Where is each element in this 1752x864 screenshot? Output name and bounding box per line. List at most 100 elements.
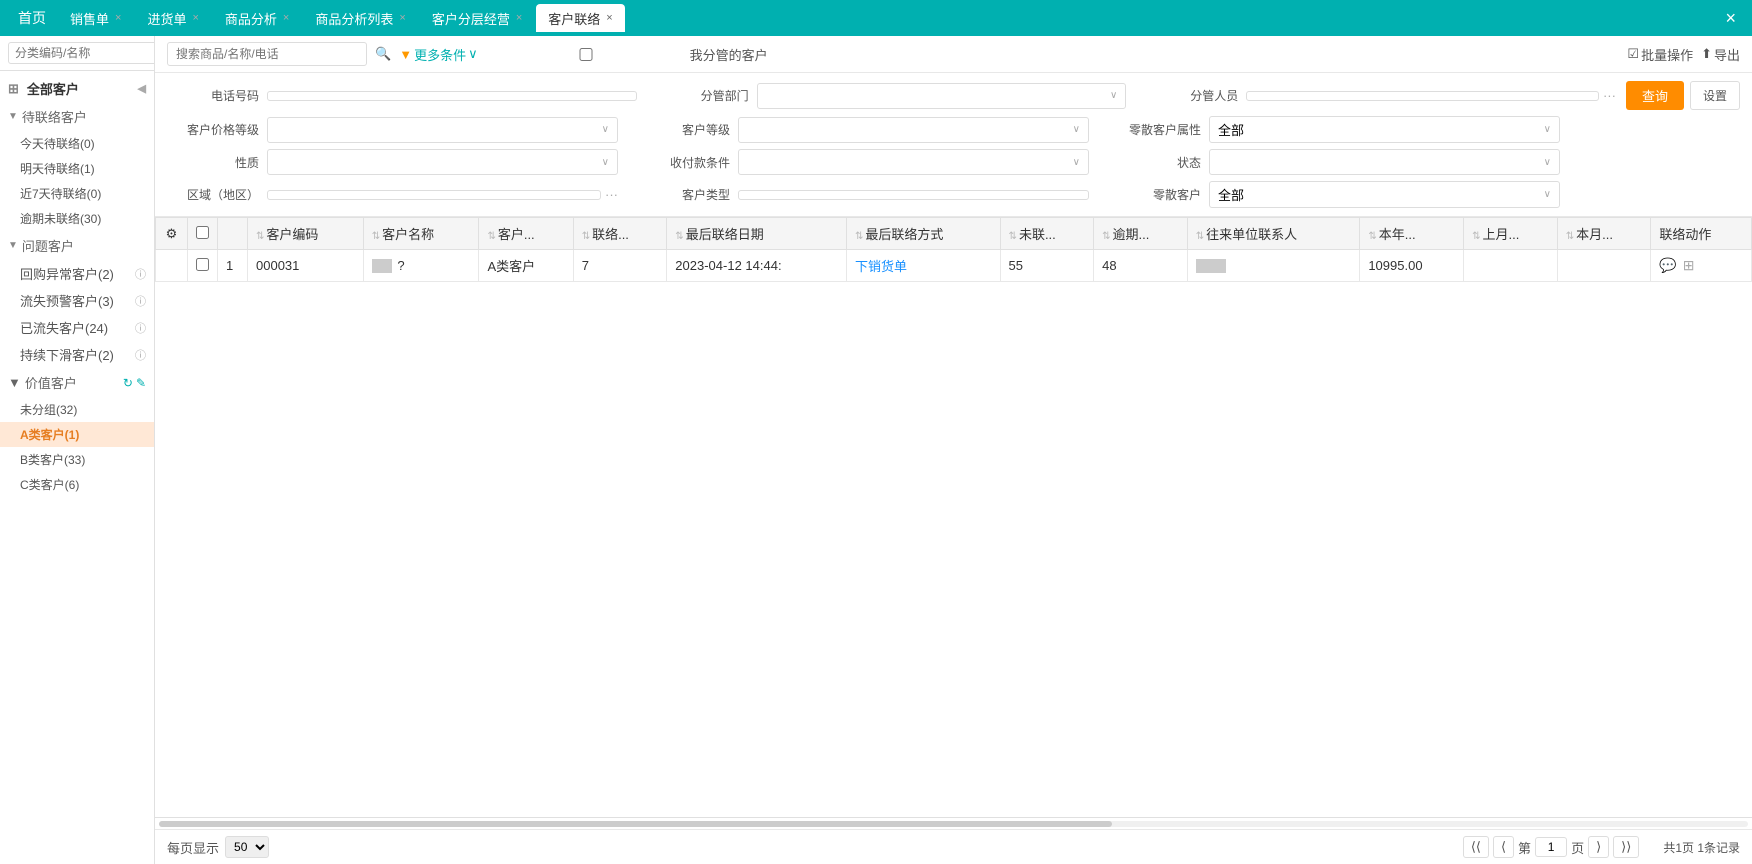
close-icon[interactable]: × <box>192 12 198 24</box>
chevron-down-icon: ∨ <box>1073 124 1080 135</box>
search-input[interactable] <box>167 42 367 66</box>
page-size-select[interactable]: 50 <box>225 836 269 858</box>
filter-row-1: 电话号码 分管部门 ∨ 分管人员 ··· 查询 <box>167 81 1740 110</box>
my-customer-checkbox[interactable] <box>486 48 686 61</box>
sidebar-item-churn-warning[interactable]: 流失预警客户(3) ⓘ <box>0 287 154 314</box>
sidebar-item-b-class[interactable]: B类客户(33) <box>0 447 154 472</box>
edit-icon[interactable]: ✎ <box>136 376 146 390</box>
filter-col-status: 状态 ∨ <box>1109 149 1560 175</box>
payment-select[interactable]: ∨ <box>738 149 1089 175</box>
row-checkbox[interactable] <box>196 258 209 271</box>
batch-op-btn[interactable]: ☑ 批量操作 <box>1627 45 1693 64</box>
td-this-month <box>1557 250 1651 282</box>
more-conditions-btn[interactable]: ▼ 更多条件 ∨ <box>399 45 477 64</box>
last-method-link[interactable]: 下销货单 <box>855 259 907 274</box>
collapse-icon[interactable]: ◀ <box>138 82 146 95</box>
sidebar-item-repurchase-abnormal[interactable]: 回购异常客户(2) ⓘ <box>0 260 154 287</box>
sidebar-item-a-class[interactable]: A类客户(1) <box>0 422 154 447</box>
retail-select[interactable]: 全部 ∨ <box>1209 181 1560 208</box>
first-page-btn[interactable]: ⟨⟨ <box>1463 836 1489 858</box>
td-last-method[interactable]: 下销货单 <box>846 250 1000 282</box>
th-not-contacted[interactable]: ⇅未联... <box>1000 218 1094 250</box>
th-overdue[interactable]: ⇅逾期... <box>1094 218 1188 250</box>
settings-button[interactable]: 设置 <box>1690 81 1740 110</box>
customer-level-select[interactable]: ∨ <box>738 117 1089 143</box>
search-icon[interactable]: 🔍 <box>375 46 391 62</box>
query-button[interactable]: 查询 <box>1626 81 1684 110</box>
sidebar-item-week[interactable]: 近7天待联络(0) <box>0 181 154 206</box>
th-contact[interactable]: ⇅联络... <box>573 218 667 250</box>
last-page-btn[interactable]: ⟩⟩ <box>1613 836 1639 858</box>
th-this-month[interactable]: ⇅本月... <box>1557 218 1651 250</box>
sidebar-item-declining[interactable]: 持续下滑客户(2) ⓘ <box>0 341 154 368</box>
manager-input[interactable] <box>1246 91 1599 101</box>
close-icon[interactable]: × <box>606 12 612 24</box>
th-last-month[interactable]: ⇅上月... <box>1464 218 1558 250</box>
filter-label-region: 区域（地区） <box>167 186 267 203</box>
sidebar-item-today[interactable]: 今天待联络(0) <box>0 131 154 156</box>
more-btn[interactable]: ··· <box>1603 88 1616 103</box>
sidebar-item-tomorrow[interactable]: 明天待联络(1) <box>0 156 154 181</box>
my-customer-checkbox-label[interactable]: 我分管的客户 <box>486 45 768 64</box>
phone-input[interactable] <box>267 91 637 101</box>
sidebar-all-customers[interactable]: ⊞ 全部客户 ◀ <box>0 71 154 102</box>
nav-tab-analysis-list[interactable]: 商品分析列表 × <box>303 4 417 32</box>
th-name[interactable]: ⇅客户名称 <box>363 218 479 250</box>
th-code[interactable]: ⇅客户编码 <box>248 218 364 250</box>
check-icon: ☑ <box>1627 46 1639 62</box>
select-all-checkbox[interactable] <box>196 226 209 239</box>
filter-col-retail: 零散客户 全部 ∨ <box>1109 181 1560 208</box>
th-last-date[interactable]: ⇅最后联络日期 <box>667 218 847 250</box>
close-icon[interactable]: × <box>115 12 121 24</box>
customer-table: ⚙ ⇅客户编码 ⇅客户名称 ⇅客户... ⇅联络... ⇅最后联络日期 ⇅最后联… <box>155 217 1752 282</box>
more-btn[interactable]: ··· <box>605 187 618 202</box>
region-input[interactable] <box>267 190 601 200</box>
dept-select[interactable]: ∨ <box>757 83 1127 109</box>
refresh-icon[interactable]: ↻ <box>123 376 133 390</box>
sidebar-item-c-class[interactable]: C类客户(6) <box>0 472 154 497</box>
th-last-method[interactable]: ⇅最后联络方式 <box>846 218 1000 250</box>
filter-label-status: 状态 <box>1109 154 1209 171</box>
nav-tab-analysis[interactable]: 商品分析 × <box>213 4 301 32</box>
qr-icon[interactable]: ⊞ <box>1683 257 1695 274</box>
nav-home[interactable]: 首页 <box>8 8 56 28</box>
sidebar-search-input[interactable] <box>8 42 155 64</box>
customer-type-input[interactable] <box>738 190 1089 200</box>
sidebar-value-group[interactable]: ▼ 价值客户 ↻ ✎ <box>0 368 154 397</box>
filter-label-dept: 分管部门 <box>657 87 757 104</box>
sidebar-problem-group[interactable]: ▼ 问题客户 <box>0 231 154 260</box>
th-company-contact[interactable]: ⇅往来单位联系人 <box>1187 218 1360 250</box>
th-this-year[interactable]: ⇅本年... <box>1360 218 1464 250</box>
close-icon[interactable]: × <box>399 12 405 24</box>
nature-select[interactable]: ∨ <box>267 149 618 175</box>
next-page-btn[interactable]: ⟩ <box>1588 836 1609 858</box>
page-number-input[interactable] <box>1535 837 1567 857</box>
scrollbar-thumb[interactable] <box>159 821 1112 827</box>
nav-tab-sales[interactable]: 销售单 × <box>58 4 133 32</box>
close-icon[interactable]: × <box>283 12 289 24</box>
nav-tab-customer-contact[interactable]: 客户联络 × <box>536 4 624 32</box>
nav-tab-customer-tier[interactable]: 客户分层经营 × <box>420 4 534 32</box>
nav-tab-purchase[interactable]: 进货单 × <box>135 4 210 32</box>
th-settings[interactable]: ⚙ <box>156 218 188 250</box>
retail-attr-select[interactable]: 全部 ∨ <box>1209 116 1560 143</box>
close-icon[interactable]: × <box>516 12 522 24</box>
horizontal-scrollbar[interactable] <box>155 817 1752 829</box>
filter-label-retail-attr: 零散客户属性 <box>1109 121 1209 138</box>
td-check[interactable] <box>188 250 218 282</box>
sidebar-item-overdue[interactable]: 逾期未联络(30) <box>0 206 154 231</box>
sidebar-item-churned[interactable]: 已流失客户(24) ⓘ <box>0 314 154 341</box>
chevron-down-icon: ∨ <box>1544 189 1551 200</box>
filter-label-manager: 分管人员 <box>1146 87 1246 104</box>
status-select[interactable]: ∨ <box>1209 149 1560 175</box>
sort-icon: ⇅ <box>1566 231 1574 242</box>
sidebar-pending-group[interactable]: ▼ 待联络客户 <box>0 102 154 131</box>
prev-page-btn[interactable]: ⟨ <box>1493 836 1514 858</box>
th-type[interactable]: ⇅客户... <box>479 218 573 250</box>
window-close-icon[interactable]: × <box>1717 8 1744 29</box>
chat-icon[interactable]: 💬 <box>1659 257 1676 274</box>
sidebar-item-unclassified[interactable]: 未分组(32) <box>0 397 154 422</box>
export-btn[interactable]: ⬆ 导出 <box>1701 45 1740 64</box>
price-level-select[interactable]: ∨ <box>267 117 618 143</box>
th-check[interactable] <box>188 218 218 250</box>
